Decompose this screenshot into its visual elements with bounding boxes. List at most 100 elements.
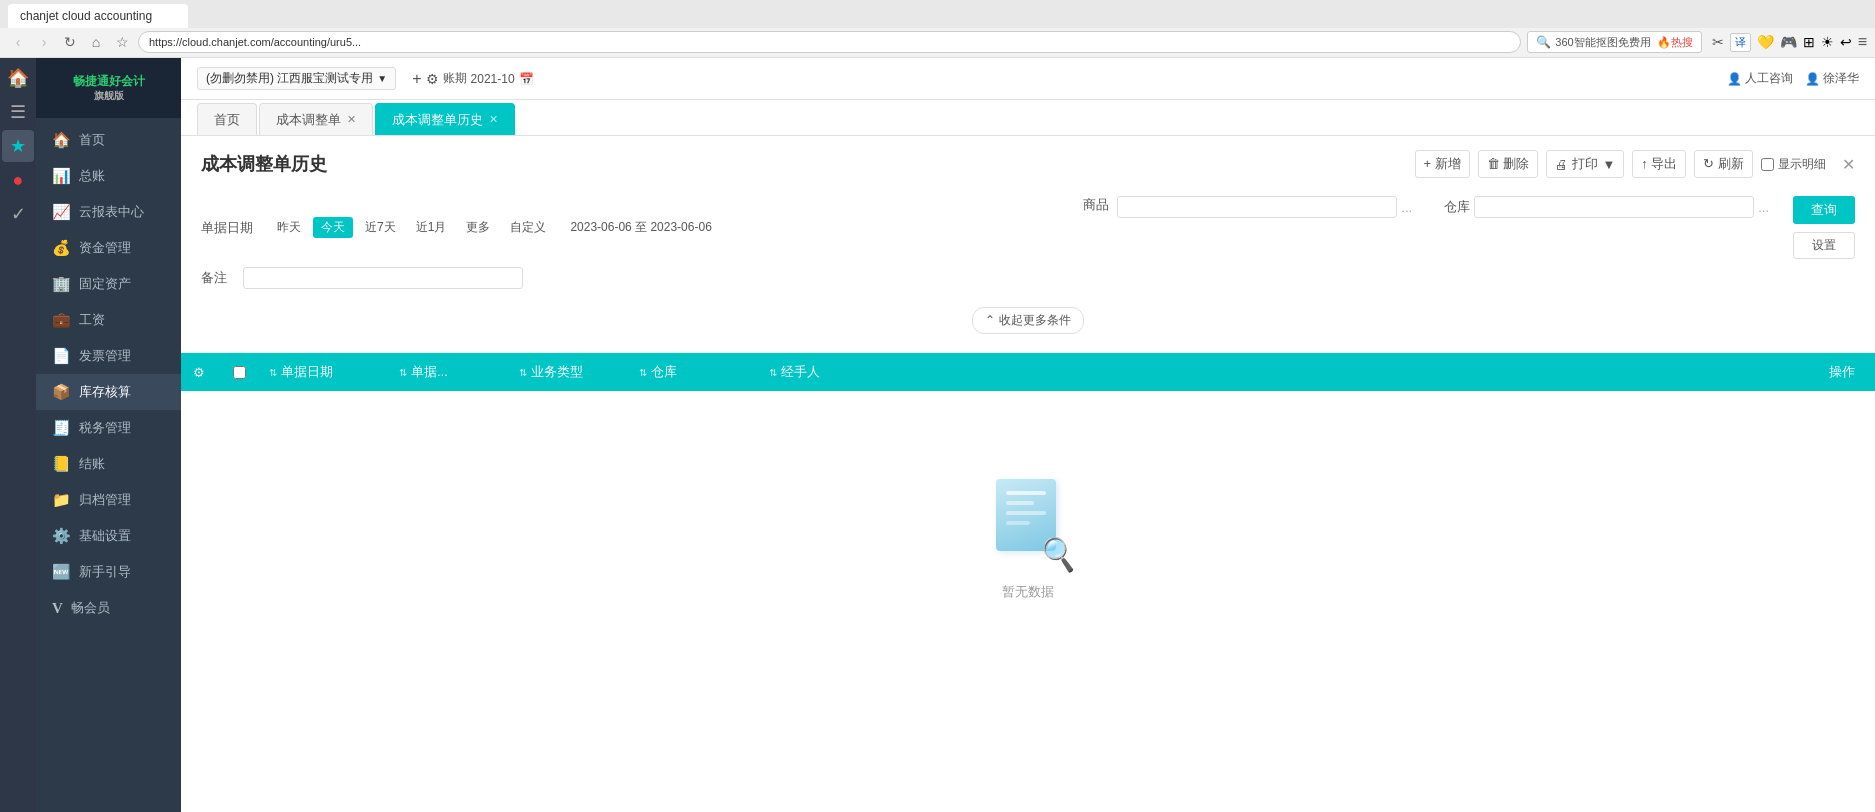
sidebar-item-home[interactable]: 🏠 首页 [36,122,181,158]
date-btn-1month[interactable]: 近1月 [408,217,455,238]
th-checkbox[interactable] [217,366,261,379]
game-icon: 🎮 [1780,34,1797,50]
settings-btn-top[interactable]: ⚙ [426,71,439,87]
doc-line-4 [1006,521,1030,525]
date-btn-today[interactable]: 今天 [313,217,353,238]
bookmark-button[interactable]: ☆ [112,32,132,52]
sidebar-item-closing[interactable]: 📒 结账 [36,446,181,482]
magnifier-icon: 🔍 [1038,533,1081,574]
service-icon: 👤 [1727,72,1742,86]
salary-icon: 💼 [52,311,71,329]
rail-item-list[interactable]: ☰ [2,96,34,128]
empty-text: 暂无数据 [1002,583,1054,601]
sidebar-item-vip-label: 畅会员 [71,599,110,617]
th-settings[interactable]: ⚙ [181,365,217,380]
setting-button[interactable]: 设置 [1793,232,1855,259]
sort-icon-doc: ⇅ [399,367,407,378]
th-actions: 操作 [1821,363,1875,381]
search-icon: 🔍 [1536,35,1551,49]
sidebar-item-guide[interactable]: 🆕 新手引导 [36,554,181,590]
translate-icon[interactable]: 译 [1730,33,1751,52]
empty-state: 🔍 暂无数据 [181,391,1875,641]
goods-input[interactable] [1117,196,1397,218]
sidebar-item-archive[interactable]: 📁 归档管理 [36,482,181,518]
th-doc[interactable]: ⇅ 单据... [391,363,511,381]
table-settings-icon: ⚙ [193,365,205,380]
warehouse-input[interactable] [1474,196,1754,218]
tab-cost-adjust-history[interactable]: 成本调整单历史 ✕ [375,103,515,135]
collapse-button[interactable]: ⌃ 收起更多条件 [972,307,1083,334]
doc-line-1 [1006,491,1046,495]
print-button[interactable]: 🖨 打印 ▼ [1546,150,1624,178]
inventory-icon: 📦 [52,383,71,401]
tab-bar: 首页 成本调整单 ✕ 成本调整单历史 ✕ [181,100,1875,136]
hot-label: 🔥热搜 [1657,35,1693,50]
service-button[interactable]: 👤 人工咨询 [1727,70,1793,87]
sidebar-item-basic-settings-label: 基础设置 [79,527,131,545]
new-button[interactable]: + 新增 [1415,150,1470,178]
company-selector[interactable]: (勿删勿禁用) 江西服宝测试专用 ▼ [197,67,396,90]
reload-button[interactable]: ↻ [60,32,80,52]
rail-item-home[interactable]: 🏠 [2,62,34,94]
th-operator[interactable]: ⇅ 经手人 [761,363,881,381]
date-btn-yesterday[interactable]: 昨天 [269,217,309,238]
search-bar[interactable]: 🔍 360智能抠图免费用 🔥热搜 [1527,31,1701,53]
refresh-button[interactable]: ↻ 刷新 [1694,150,1753,178]
user-button[interactable]: 👤 徐泽华 [1805,70,1859,87]
remark-input[interactable] [243,267,523,289]
goods-more-btn[interactable]: ... [1401,200,1412,215]
rail-item-check[interactable]: ✓ [2,198,34,230]
date-btn-7days[interactable]: 近7天 [357,217,404,238]
sidebar-item-ledger[interactable]: 📊 总账 [36,158,181,194]
sidebar-item-invoice[interactable]: 📄 发票管理 [36,338,181,374]
home-button[interactable]: ⌂ [86,32,106,52]
sidebar-item-inventory[interactable]: 📦 库存核算 [36,374,181,410]
select-all-checkbox[interactable] [233,366,246,379]
date-btn-custom[interactable]: 自定义 [502,217,554,238]
tab-cost-adjust-close[interactable]: ✕ [347,113,356,126]
date-filter-label: 单据日期 [201,219,253,237]
sidebar-item-capital[interactable]: 💰 资金管理 [36,230,181,266]
th-warehouse[interactable]: ⇅ 仓库 [631,363,761,381]
add-tab-btn[interactable]: + [412,70,421,88]
tab-cost-adjust[interactable]: 成本调整单 ✕ [259,103,373,135]
menu-icon[interactable]: ≡ [1858,33,1867,51]
tab-cost-adjust-history-close[interactable]: ✕ [489,113,498,126]
display-toggle[interactable]: 显示明细 [1761,156,1826,173]
th-date[interactable]: ⇅ 单据日期 [261,363,391,381]
capital-icon: 💰 [52,239,71,257]
search-placeholder-text: 360智能抠图免费用 [1555,35,1650,50]
rail-item-notification[interactable]: ● [2,164,34,196]
sidebar-item-salary[interactable]: 💼 工资 [36,302,181,338]
browser-tabs-bar: chanjet cloud accounting [0,0,1875,28]
browser-tab[interactable]: chanjet cloud accounting [8,4,188,28]
sidebar: 畅捷通好会计 旗舰版 🏠 首页 📊 总账 📈 云报表中心 💰 资金管理 [36,58,181,812]
sidebar-item-ledger-label: 总账 [79,167,105,185]
warehouse-more-btn[interactable]: ... [1758,200,1769,215]
sidebar-item-tax[interactable]: 🧾 税务管理 [36,410,181,446]
close-page-button[interactable]: ✕ [1842,155,1855,174]
fixed-assets-icon: 🏢 [52,275,71,293]
date-range: 2023-06-06 至 2023-06-06 [570,219,711,236]
date-btn-more[interactable]: 更多 [458,217,498,238]
back-button[interactable]: ‹ [8,32,28,52]
rail-item-active[interactable]: ★ [2,130,34,162]
forward-button[interactable]: › [34,32,54,52]
display-toggle-checkbox[interactable] [1761,158,1774,171]
sidebar-item-fixed-assets[interactable]: 🏢 固定资产 [36,266,181,302]
address-input[interactable]: https://cloud.chanjet.com/accounting/uru… [138,31,1521,53]
th-biz-type[interactable]: ⇅ 业务类型 [511,363,631,381]
sidebar-item-vip[interactable]: V 畅会员 [36,590,181,626]
delete-button[interactable]: 🗑 删除 [1478,150,1539,178]
sidebar-item-basic-settings[interactable]: ⚙️ 基础设置 [36,518,181,554]
vip-icon: V [52,600,63,617]
calendar-icon[interactable]: 📅 [519,72,534,86]
date-buttons: 昨天 今天 近7天 近1月 更多 自定义 [269,217,554,238]
company-name: (勿删勿禁用) 江西服宝测试专用 [206,70,373,87]
query-button[interactable]: 查询 [1793,196,1855,224]
sidebar-item-cloud-reports[interactable]: 📈 云报表中心 [36,194,181,230]
tab-home[interactable]: 首页 [197,103,257,135]
ledger-icon: 📊 [52,167,71,185]
th-biz-type-label: 业务类型 [531,363,583,381]
export-button[interactable]: ↑ 导出 [1632,150,1686,178]
